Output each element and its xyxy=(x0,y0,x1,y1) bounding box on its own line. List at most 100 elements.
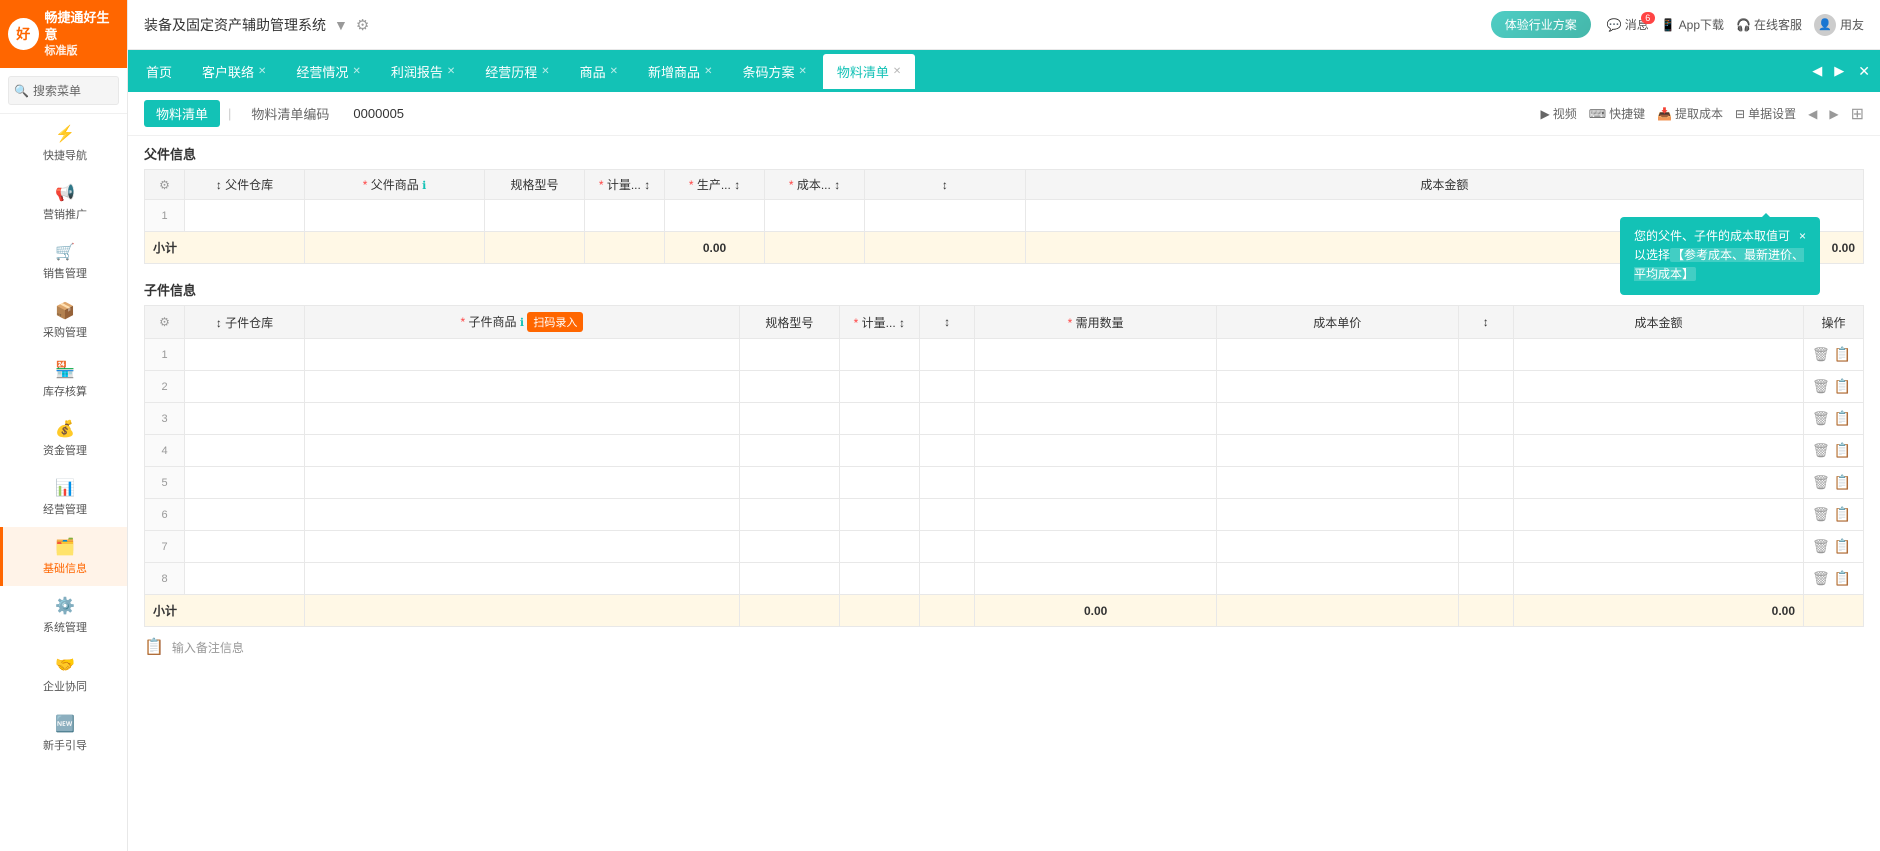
child-row-5-copy[interactable]: 📋 xyxy=(1834,474,1851,491)
sidebar-item-basicinfo[interactable]: 🗂️ 基础信息 xyxy=(0,527,127,586)
sidebar-item-operations[interactable]: 📊 经营管理 xyxy=(0,468,127,527)
child-row-1-extra[interactable] xyxy=(919,339,975,371)
search-area[interactable]: 🔍 搜索菜单 xyxy=(0,68,127,114)
child-row-2-spec[interactable] xyxy=(739,371,839,403)
child-row-7-delete[interactable]: 🗑 xyxy=(1812,538,1830,555)
parent-row-1-product[interactable] xyxy=(305,200,485,232)
tab-barcode-close[interactable]: ✕ xyxy=(798,66,806,77)
sidebar: 好 畅捷通好生意 标准版 🔍 搜索菜单 ⚡ 快捷导航 📢 营销推广 🛒 销售管理… xyxy=(0,0,128,851)
sub-tab-bom[interactable]: 物料清单 xyxy=(144,100,220,127)
child-row-2-extra2[interactable] xyxy=(1458,371,1514,403)
parent-row-1-unit[interactable] xyxy=(585,200,665,232)
tab-profit-close[interactable]: ✕ xyxy=(447,66,455,77)
sidebar-item-purchase[interactable]: 📦 采购管理 xyxy=(0,291,127,350)
child-row-8-copy[interactable]: 📋 xyxy=(1834,570,1851,587)
grid-view-btn[interactable]: ⊞ xyxy=(1851,104,1864,124)
child-settings-icon[interactable]: ⚙ xyxy=(159,315,170,329)
child-row-1-extra2[interactable] xyxy=(1458,339,1514,371)
sidebar-item-enterprise[interactable]: 🤝 企业协同 xyxy=(0,645,127,704)
extract-cost-btn[interactable]: 📥 提取成本 xyxy=(1657,105,1723,122)
app-download-item[interactable]: 📱 App下载 xyxy=(1661,16,1724,33)
child-row-1-product[interactable] xyxy=(305,339,740,371)
child-row-6-delete[interactable]: 🗑 xyxy=(1812,506,1830,523)
sidebar-item-sales[interactable]: 🛒 销售管理 xyxy=(0,232,127,291)
tab-new-product[interactable]: 新增商品 ✕ xyxy=(634,54,726,89)
tab-history[interactable]: 经营历程 ✕ xyxy=(471,54,563,89)
tab-product[interactable]: 商品 ✕ xyxy=(566,54,632,89)
search-button[interactable]: 🔍 搜索菜单 xyxy=(8,76,119,105)
tab-business-close[interactable]: ✕ xyxy=(352,66,360,77)
tab-customer[interactable]: 客户联络 ✕ xyxy=(188,54,280,89)
child-row-2-extra[interactable] xyxy=(919,371,975,403)
marketing-icon: 📢 xyxy=(55,183,75,203)
child-row-1-spec[interactable] xyxy=(739,339,839,371)
settings-gear-icon[interactable]: ⚙ xyxy=(356,16,369,34)
headset-icon: 🎧 xyxy=(1736,18,1751,32)
scan-input-button[interactable]: 扫码录入 xyxy=(527,312,583,332)
sub-tab-bom-code[interactable]: 物料清单编码 xyxy=(239,100,341,127)
child-row-3-copy[interactable]: 📋 xyxy=(1834,410,1851,427)
child-row-8-delete[interactable]: 🗑 xyxy=(1812,570,1830,587)
system-title-area: 装备及固定资产辅助管理系统 ▼ ⚙ xyxy=(144,15,369,35)
dropdown-icon[interactable]: ▼ xyxy=(334,17,348,33)
child-row-1-delete[interactable]: 🗑 xyxy=(1812,346,1830,363)
child-row-7-copy[interactable]: 📋 xyxy=(1834,538,1851,555)
child-row-1-amount[interactable] xyxy=(1514,339,1804,371)
child-row-2-delete[interactable]: 🗑 xyxy=(1812,378,1830,395)
sidebar-item-inventory[interactable]: 🏪 库存核算 xyxy=(0,350,127,409)
message-badge: 6 xyxy=(1641,12,1655,24)
child-row-1-unit[interactable] xyxy=(839,339,919,371)
shortcut-btn[interactable]: ⌨ 快捷键 xyxy=(1589,105,1645,122)
video-btn[interactable]: ▶ 视频 xyxy=(1540,105,1576,122)
nav-next-btn[interactable]: ▶ xyxy=(1829,107,1838,121)
tab-bom-close[interactable]: ✕ xyxy=(893,66,901,77)
child-row-4-delete[interactable]: 🗑 xyxy=(1812,442,1830,459)
tab-nav-right[interactable]: ▶ xyxy=(1830,61,1848,81)
child-row-2-warehouse[interactable] xyxy=(185,371,305,403)
bill-settings-btn[interactable]: ⊟ 单据设置 xyxy=(1735,105,1796,122)
tab-business[interactable]: 经营情况 ✕ xyxy=(282,54,374,89)
sidebar-item-finance[interactable]: 💰 资金管理 xyxy=(0,409,127,468)
parent-settings-icon[interactable]: ⚙ xyxy=(159,178,170,192)
sidebar-item-system[interactable]: ⚙️ 系统管理 xyxy=(0,586,127,645)
message-item[interactable]: 💬 消息 6 xyxy=(1607,16,1649,33)
sidebar-item-guide[interactable]: 🆕 新手引导 xyxy=(0,704,127,763)
tab-home[interactable]: 首页 xyxy=(132,54,186,89)
parent-row-1-production[interactable] xyxy=(665,200,765,232)
child-row-1-quantity[interactable] xyxy=(975,339,1217,371)
child-row-6-copy[interactable]: 📋 xyxy=(1834,506,1851,523)
child-row-1-copy[interactable]: 📋 xyxy=(1834,346,1851,363)
tab-close-all[interactable]: ✕ xyxy=(1852,61,1876,82)
tab-product-close[interactable]: ✕ xyxy=(610,66,618,77)
child-row-2-amount[interactable] xyxy=(1514,371,1804,403)
tab-profit[interactable]: 利润报告 ✕ xyxy=(377,54,469,89)
nav-prev-btn[interactable]: ◀ xyxy=(1808,107,1817,121)
sidebar-item-marketing[interactable]: 📢 营销推广 xyxy=(0,173,127,232)
parent-section-title: 父件信息 xyxy=(144,144,1864,163)
trial-button[interactable]: 体验行业方案 xyxy=(1491,11,1591,38)
child-row-1-warehouse[interactable] xyxy=(185,339,305,371)
child-row-2-copy[interactable]: 📋 xyxy=(1834,378,1851,395)
parent-row-1-spec[interactable] xyxy=(485,200,585,232)
tab-bom[interactable]: 物料清单 ✕ xyxy=(823,54,915,89)
tooltip-close-btn[interactable]: × xyxy=(1799,227,1806,246)
child-row-2-unit-price[interactable] xyxy=(1216,371,1458,403)
child-row-4-copy[interactable]: 📋 xyxy=(1834,442,1851,459)
tab-nav-left[interactable]: ◀ xyxy=(1808,61,1826,81)
tab-new-product-close[interactable]: ✕ xyxy=(704,66,712,77)
tab-history-close[interactable]: ✕ xyxy=(541,66,549,77)
sidebar-item-quicknav[interactable]: ⚡ 快捷导航 xyxy=(0,114,127,173)
child-row-2-unit[interactable] xyxy=(839,371,919,403)
parent-row-1-extra[interactable] xyxy=(865,200,1026,232)
child-row-3-delete[interactable]: 🗑 xyxy=(1812,410,1830,427)
tab-barcode[interactable]: 条码方案 ✕ xyxy=(728,54,820,89)
user-info[interactable]: 👤 用友 xyxy=(1814,14,1864,36)
online-service-item[interactable]: 🎧 在线客服 xyxy=(1736,16,1802,33)
tab-customer-close[interactable]: ✕ xyxy=(258,66,266,77)
parent-row-1-warehouse[interactable] xyxy=(185,200,305,232)
child-row-5-delete[interactable]: 🗑 xyxy=(1812,474,1830,491)
parent-row-1-cost[interactable] xyxy=(765,200,865,232)
child-row-2-quantity[interactable] xyxy=(975,371,1217,403)
child-row-1-unit-price[interactable] xyxy=(1216,339,1458,371)
child-row-2-product[interactable] xyxy=(305,371,740,403)
